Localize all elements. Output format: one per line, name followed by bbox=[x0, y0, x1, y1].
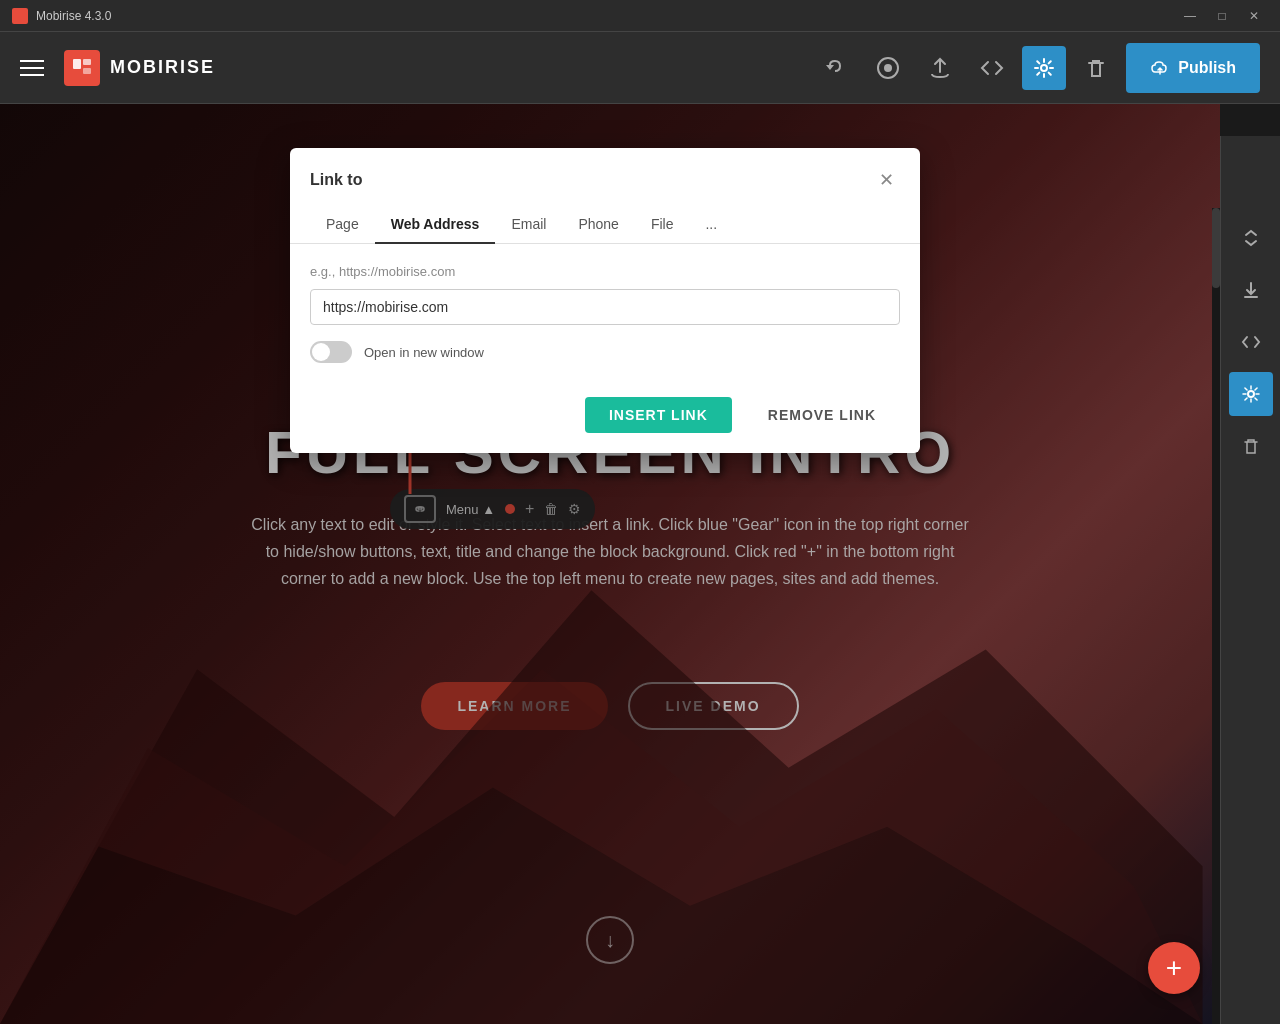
svg-rect-2 bbox=[83, 68, 91, 74]
tab-web-address[interactable]: Web Address bbox=[375, 206, 496, 244]
dialog-body: e.g., https://mobirise.com Open in new w… bbox=[290, 244, 920, 383]
right-panel bbox=[1220, 136, 1280, 1024]
hamburger-line-3 bbox=[20, 74, 44, 76]
svg-rect-0 bbox=[73, 59, 81, 69]
cloud-icon bbox=[1150, 58, 1170, 78]
gear-icon bbox=[1033, 57, 1055, 79]
trash-icon bbox=[1085, 57, 1107, 79]
code-button[interactable] bbox=[970, 46, 1014, 90]
svg-point-5 bbox=[1041, 65, 1047, 71]
logo-icon bbox=[64, 50, 100, 86]
panel-up-button[interactable] bbox=[1229, 216, 1273, 260]
dialog-close-button[interactable]: ✕ bbox=[872, 166, 900, 194]
new-window-toggle[interactable] bbox=[310, 341, 352, 363]
code-icon bbox=[980, 56, 1004, 80]
hamburger-menu[interactable] bbox=[20, 60, 44, 76]
toolbar-left: MOBIRISE bbox=[20, 50, 215, 86]
app-icon bbox=[12, 8, 28, 24]
panel-trash-icon bbox=[1241, 436, 1261, 456]
dialog-header: Link to ✕ bbox=[290, 148, 920, 194]
tab-more[interactable]: ... bbox=[689, 206, 733, 244]
preview-icon bbox=[876, 56, 900, 80]
hamburger-line-2 bbox=[20, 67, 44, 69]
url-input[interactable] bbox=[310, 289, 900, 325]
close-button[interactable]: ✕ bbox=[1240, 6, 1268, 26]
upload-button[interactable] bbox=[918, 46, 962, 90]
link-dialog: Link to ✕ Page Web Address Email Phone F… bbox=[290, 148, 920, 453]
panel-gear-button[interactable] bbox=[1229, 372, 1273, 416]
tab-email[interactable]: Email bbox=[495, 206, 562, 244]
preview-button[interactable] bbox=[866, 46, 910, 90]
reorder-icon bbox=[1241, 228, 1261, 248]
download-icon bbox=[1241, 280, 1261, 300]
svg-rect-1 bbox=[83, 59, 91, 65]
undo-icon bbox=[825, 57, 847, 79]
upload-icon bbox=[928, 56, 952, 80]
dialog-footer: INSERT LINK REMOVE LINK bbox=[290, 383, 920, 453]
panel-down-button[interactable] bbox=[1229, 268, 1273, 312]
panel-code-icon bbox=[1241, 332, 1261, 352]
add-block-fab[interactable]: + bbox=[1148, 942, 1200, 994]
svg-point-10 bbox=[1248, 391, 1254, 397]
logo-text: MOBIRISE bbox=[110, 57, 215, 78]
logo-svg bbox=[71, 57, 93, 79]
panel-code-button[interactable] bbox=[1229, 320, 1273, 364]
undo-button[interactable] bbox=[814, 46, 858, 90]
panel-gear-icon bbox=[1241, 384, 1261, 404]
app-container: MOBIRISE bbox=[0, 32, 1280, 1024]
hamburger-line-1 bbox=[20, 60, 44, 62]
publish-label: Publish bbox=[1178, 59, 1236, 77]
titlebar-left: Mobirise 4.3.0 bbox=[12, 8, 111, 24]
publish-button[interactable]: Publish bbox=[1126, 43, 1260, 93]
toggle-label: Open in new window bbox=[364, 345, 484, 360]
tab-phone[interactable]: Phone bbox=[562, 206, 634, 244]
logo: MOBIRISE bbox=[64, 50, 215, 86]
dialog-title: Link to bbox=[310, 171, 362, 189]
main-content: FULL SCREEN INTRO Click any text to edit… bbox=[0, 104, 1280, 1024]
toolbar-right: Publish bbox=[814, 43, 1260, 93]
tab-page[interactable]: Page bbox=[310, 206, 375, 244]
tab-file[interactable]: File bbox=[635, 206, 690, 244]
titlebar-title: Mobirise 4.3.0 bbox=[36, 9, 111, 23]
main-toolbar: MOBIRISE bbox=[0, 32, 1280, 104]
insert-link-button[interactable]: INSERT LINK bbox=[585, 397, 732, 433]
trash-button[interactable] bbox=[1074, 46, 1118, 90]
dialog-hint: e.g., https://mobirise.com bbox=[310, 264, 900, 279]
titlebar-controls: — □ ✕ bbox=[1176, 6, 1268, 26]
dialog-tabs: Page Web Address Email Phone File ... bbox=[290, 206, 920, 244]
maximize-button[interactable]: □ bbox=[1208, 6, 1236, 26]
titlebar: Mobirise 4.3.0 — □ ✕ bbox=[0, 0, 1280, 32]
toggle-row: Open in new window bbox=[310, 341, 900, 363]
gear-button[interactable] bbox=[1022, 46, 1066, 90]
minimize-button[interactable]: — bbox=[1176, 6, 1204, 26]
svg-point-4 bbox=[884, 64, 892, 72]
panel-trash-button[interactable] bbox=[1229, 424, 1273, 468]
remove-link-button[interactable]: REMOVE LINK bbox=[744, 397, 900, 433]
